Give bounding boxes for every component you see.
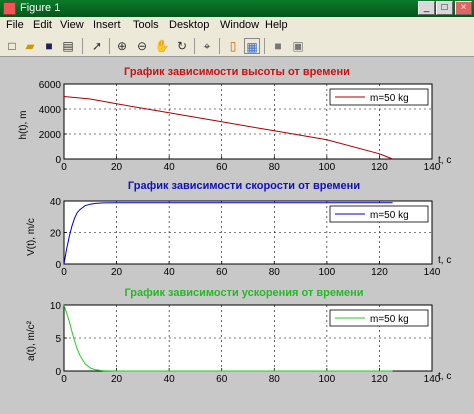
x-tick-label: 60: [216, 267, 228, 278]
x-tick-label: 60: [216, 374, 228, 385]
toolbar-separator: [82, 38, 83, 54]
x-tick-label: 140: [424, 162, 441, 173]
x-tick-label: 100: [319, 374, 336, 385]
legend-label: m=50 kg: [370, 314, 409, 325]
x-tick-label: 0: [61, 162, 67, 173]
figure-window: Figure 1 _ □ × File Edit View Insert Too…: [0, 0, 474, 409]
x-tick-label: 40: [164, 162, 176, 173]
pan-hand-icon[interactable]: ✋: [154, 38, 170, 54]
figure-plots: График зависимости высоты от времени h(t…: [18, 66, 451, 385]
x-tick-label: 100: [319, 162, 336, 173]
toolbar: □ ▰ ■ ▤ ➚ ⊕ ⊖ ✋ ↻ ⌖ ▯ ▦ ■ ▣: [0, 35, 474, 57]
x-tick-label: 80: [269, 162, 281, 173]
legend-icon[interactable]: ▦: [244, 38, 260, 54]
show-plot-tools-icon[interactable]: ▣: [290, 38, 306, 54]
title-bar[interactable]: Figure 1 _ □ ×: [0, 0, 474, 17]
menu-window[interactable]: Window: [220, 19, 259, 31]
y-tick-label: 10: [50, 301, 62, 312]
figure-canvas: График зависимости высоты от времени h(t…: [0, 57, 474, 409]
open-folder-icon[interactable]: ▰: [22, 38, 38, 54]
legend-label: m=50 kg: [370, 210, 409, 221]
chart-1-ylabel: h(t), m: [18, 111, 29, 140]
y-tick-label: 0: [55, 260, 61, 271]
new-file-icon[interactable]: □: [4, 38, 20, 54]
x-tick-label: 0: [61, 267, 67, 278]
data-cursor-icon[interactable]: ⌖: [199, 38, 215, 54]
close-button[interactable]: ×: [455, 1, 472, 15]
x-tick-label: 120: [371, 267, 388, 278]
menu-bar: File Edit View Insert Tools Desktop Wind…: [0, 17, 474, 35]
x-tick-label: 20: [111, 267, 123, 278]
print-icon[interactable]: ▤: [60, 38, 76, 54]
x-tick-label: 40: [164, 374, 176, 385]
x-tick-label: 80: [269, 374, 281, 385]
x-tick-label: 100: [319, 267, 336, 278]
menu-edit[interactable]: Edit: [33, 19, 52, 31]
toolbar-separator: [264, 38, 265, 54]
y-tick-label: 0: [55, 367, 61, 378]
x-tick-label: 20: [111, 374, 123, 385]
menu-insert[interactable]: Insert: [93, 19, 121, 31]
pointer-icon[interactable]: ➚: [89, 38, 105, 54]
y-tick-label: 20: [50, 229, 62, 240]
chart-3-ylabel: a(t), m/c²: [26, 320, 37, 361]
minimize-button[interactable]: _: [418, 1, 435, 15]
zoom-out-icon[interactable]: ⊖: [134, 38, 150, 54]
x-tick-label: 140: [424, 267, 441, 278]
matlab-figure-icon: [3, 2, 16, 15]
x-tick-label: 60: [216, 162, 228, 173]
chart-2-title: График зависимости скорости от времени: [128, 180, 360, 192]
menu-desktop[interactable]: Desktop: [169, 19, 209, 31]
toolbar-separator: [194, 38, 195, 54]
y-tick-label: 6000: [39, 80, 62, 91]
chart-2-ylabel: V(t), m/c: [26, 218, 37, 256]
x-tick-label: 80: [269, 267, 281, 278]
x-tick-label: 0: [61, 374, 67, 385]
y-tick-label: 5: [55, 334, 61, 345]
y-tick-label: 2000: [39, 130, 62, 141]
x-tick-label: 140: [424, 374, 441, 385]
colorbar-icon[interactable]: ▯: [225, 38, 241, 54]
x-tick-label: 120: [371, 374, 388, 385]
y-tick-label: 40: [50, 197, 62, 208]
x-tick-label: 120: [371, 162, 388, 173]
menu-file[interactable]: File: [6, 19, 24, 31]
toolbar-separator: [219, 38, 220, 54]
chart-1-title: График зависимости высоты от времени: [124, 66, 350, 78]
window-title: Figure 1: [20, 2, 61, 14]
save-icon[interactable]: ■: [41, 38, 57, 54]
legend-label: m=50 kg: [370, 93, 409, 104]
x-tick-label: 40: [164, 267, 176, 278]
maximize-button[interactable]: □: [436, 1, 453, 15]
menu-view[interactable]: View: [60, 19, 84, 31]
menu-help[interactable]: Help: [265, 19, 288, 31]
hide-plot-tools-icon[interactable]: ■: [270, 38, 286, 54]
y-tick-label: 0: [55, 155, 61, 166]
zoom-in-icon[interactable]: ⊕: [114, 38, 130, 54]
rotate-3d-icon[interactable]: ↻: [174, 38, 190, 54]
y-tick-label: 4000: [39, 105, 62, 116]
chart-3-title: График зависимости ускорения от времени: [124, 287, 363, 299]
toolbar-separator: [109, 38, 110, 54]
menu-tools[interactable]: Tools: [133, 19, 159, 31]
chart-2-xlabel: t, c: [438, 255, 451, 266]
x-tick-label: 20: [111, 162, 123, 173]
